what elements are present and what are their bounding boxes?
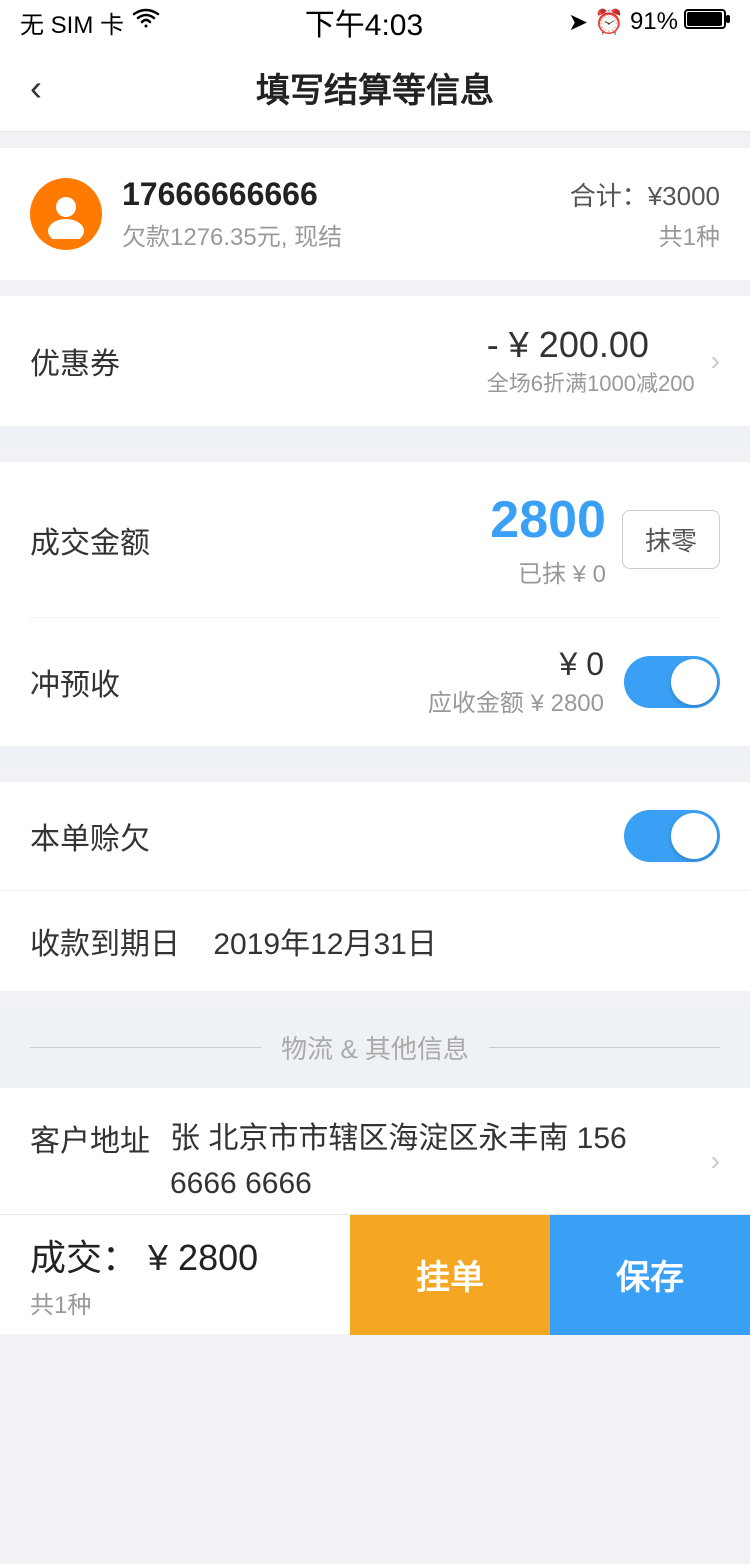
customer-info: 17666666666 欠款1276.35元, 现结 (122, 176, 342, 252)
chevron-right-icon: › (711, 345, 720, 377)
precharge-right: ¥ 0 应收金额 ¥ 2800 (428, 646, 720, 718)
debt-toggle-knob (671, 813, 717, 859)
status-bar: 无 SIM 卡 下午4:03 ➤ ⏰ 91% (0, 0, 750, 44)
alarm-icon: ⏰ (594, 8, 624, 37)
nav-bar: ‹ 填写结算等信息 (0, 44, 750, 132)
status-right: ➤ ⏰ 91% (568, 7, 730, 38)
address-value: 张 北京市市辖区海淀区永丰南 156 6666 6666 (170, 1116, 701, 1206)
precharge-row: 冲预收 ¥ 0 应收金额 ¥ 2800 (30, 618, 720, 746)
due-date-row: 收款到期日 2019年12月31日 (0, 890, 750, 991)
deal-sub: 已抹 ¥ 0 (490, 554, 606, 589)
address-chevron-icon: › (711, 1145, 720, 1177)
deal-amount-row: 成交金额 2800 已抹 ¥ 0 抹零 (30, 462, 720, 618)
wifi-icon (132, 8, 160, 37)
deal-value: 2800 (490, 490, 606, 550)
total-count: 共1种 (570, 217, 720, 252)
sim-status: 无 SIM 卡 (20, 5, 124, 40)
battery-icon (684, 7, 730, 38)
bottom-deal-label: 成交： (30, 1237, 138, 1278)
sep-line-right (489, 1047, 720, 1048)
page-title: 填写结算等信息 (90, 63, 660, 112)
logistics-separator: 物流 & 其他信息 (0, 1007, 750, 1088)
coupon-desc: 全场6折满1000减200 (487, 366, 695, 398)
coupon-discount: - ¥ 200.00 (487, 324, 695, 366)
logistics-label: 物流 & 其他信息 (281, 1029, 469, 1066)
bottom-bar: 成交： ¥ 2800 共1种 挂单 保存 (0, 1214, 750, 1334)
coupon-label: 优惠券 (30, 339, 120, 383)
debt-toggle[interactable] (624, 810, 720, 862)
bottom-amount: 成交： ¥ 2800 (30, 1229, 320, 1281)
avatar (30, 178, 102, 250)
precharge-toggle[interactable] (624, 656, 720, 708)
bottom-summary: 成交： ¥ 2800 共1种 (0, 1229, 350, 1320)
due-date-value: 2019年12月31日 (213, 928, 436, 961)
coupon-row[interactable]: 优惠券 - ¥ 200.00 全场6折满1000减200 › (0, 296, 750, 426)
customer-left: 17666666666 欠款1276.35元, 现结 (30, 176, 342, 252)
battery-level: 91% (630, 8, 678, 36)
coupon-right: - ¥ 200.00 全场6折满1000减200 › (487, 324, 720, 398)
coupon-info: - ¥ 200.00 全场6折满1000减200 (487, 324, 695, 398)
back-button[interactable]: ‹ (30, 67, 90, 109)
save-button[interactable]: 保存 (550, 1215, 750, 1335)
content: 17666666666 欠款1276.35元, 现结 合计：¥3000 共1种 … (0, 148, 750, 1564)
hang-button[interactable]: 挂单 (350, 1215, 550, 1335)
customer-card: 17666666666 欠款1276.35元, 现结 合计：¥3000 共1种 (0, 148, 750, 280)
debt-label: 本单赊欠 (30, 814, 150, 858)
section-divider-2 (0, 746, 750, 766)
customer-right: 合计：¥3000 共1种 (570, 176, 720, 252)
precharge-values: ¥ 0 应收金额 ¥ 2800 (428, 646, 604, 718)
deal-label: 成交金额 (30, 518, 150, 562)
customer-subtext: 欠款1276.35元, 现结 (122, 217, 342, 252)
sep-line-left (30, 1047, 261, 1048)
deal-right: 2800 已抹 ¥ 0 抹零 (490, 490, 720, 589)
customer-phone: 17666666666 (122, 176, 342, 213)
bottom-count: 共1种 (30, 1285, 320, 1320)
precharge-sub: 应收金额 ¥ 2800 (428, 683, 604, 718)
deal-value-group: 2800 已抹 ¥ 0 (490, 490, 606, 589)
debt-row: 本单赊欠 (0, 782, 750, 890)
amount-section: 成交金额 2800 已抹 ¥ 0 抹零 冲预收 ¥ 0 应收金额 ¥ 2800 (0, 462, 750, 746)
section-divider-1 (0, 426, 750, 446)
bottom-deal-amount: ¥ 2800 (148, 1237, 258, 1278)
status-time: 下午4:03 (305, 0, 423, 44)
precharge-amount: ¥ 0 (560, 646, 604, 683)
address-label: 客户地址 (30, 1116, 150, 1160)
toggle-knob (671, 659, 717, 705)
precharge-label: 冲预收 (30, 660, 120, 704)
location-icon: ➤ (568, 8, 588, 37)
address-row[interactable]: 客户地址 张 北京市市辖区海淀区永丰南 156 6666 6666 › (0, 1088, 750, 1234)
total-label: 合计：¥3000 (570, 176, 720, 213)
due-date-label: 收款到期日 2019年12月31日 (30, 928, 437, 961)
status-left: 无 SIM 卡 (20, 5, 160, 40)
round-button[interactable]: 抹零 (622, 510, 720, 569)
